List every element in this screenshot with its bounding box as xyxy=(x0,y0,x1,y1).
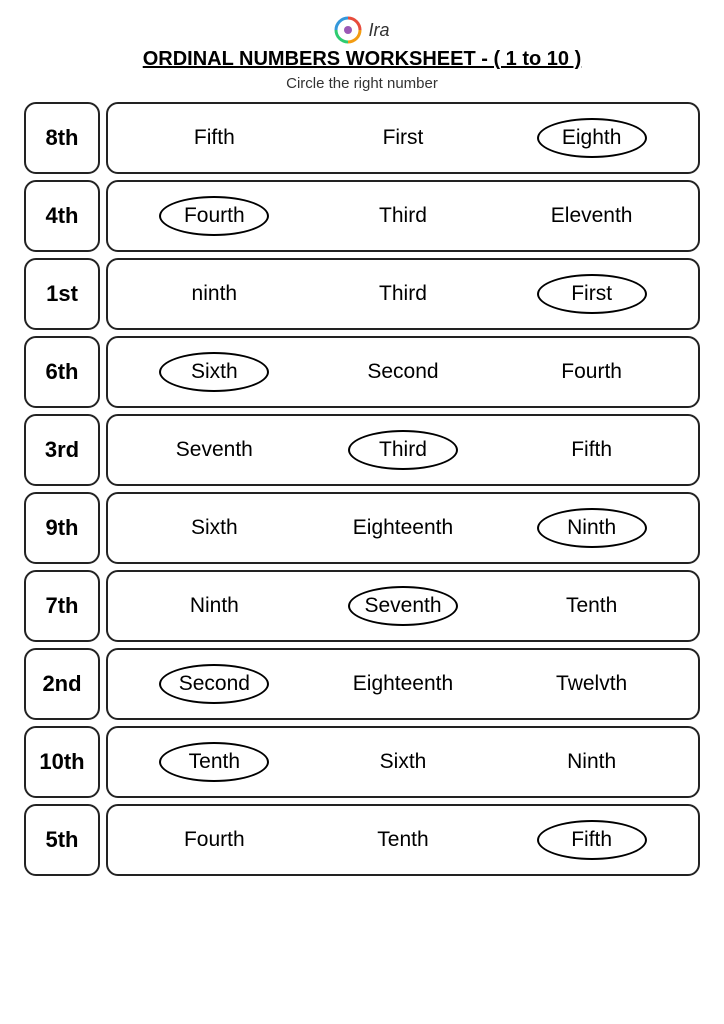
ordinal-label: 7th xyxy=(24,570,100,642)
choice-option[interactable]: Sixth xyxy=(348,750,458,774)
choice-option[interactable]: Fourth xyxy=(537,360,647,384)
worksheet-row: 9th Sixth Eighteenth Ninth xyxy=(24,492,700,564)
choices-box: Fourth Third Eleventh xyxy=(106,180,700,252)
choice-option[interactable]: Fifth xyxy=(537,438,647,462)
choice-option[interactable]: First xyxy=(348,126,458,150)
choice-option[interactable]: Tenth xyxy=(348,828,458,852)
choice-option[interactable]: Tenth xyxy=(537,594,647,618)
ordinal-label: 1st xyxy=(24,258,100,330)
choices-box: Seventh Third Fifth xyxy=(106,414,700,486)
worksheet-row: 6th Sixth Second Fourth xyxy=(24,336,700,408)
choice-option[interactable]: Sixth xyxy=(159,352,269,392)
worksheet-rows: 8th Fifth First Eighth 4th Fourth Third Elevent… xyxy=(24,102,700,876)
choice-option[interactable]: Third xyxy=(348,282,458,306)
choices-box: Ninth Seventh Tenth xyxy=(106,570,700,642)
choice-option[interactable]: Second xyxy=(159,664,269,704)
worksheet-row: 10th Tenth Sixth Ninth xyxy=(24,726,700,798)
choices-box: Sixth Eighteenth Ninth xyxy=(106,492,700,564)
choice-option[interactable]: ninth xyxy=(159,282,269,306)
choice-option[interactable]: Ninth xyxy=(537,508,647,548)
ordinal-label: 2nd xyxy=(24,648,100,720)
choices-box: Fourth Tenth Fifth xyxy=(106,804,700,876)
worksheet-title: ORDINAL NUMBERS WORKSHEET - ( 1 to 10 ) xyxy=(24,48,700,71)
choices-box: ninth Third First xyxy=(106,258,700,330)
ordinal-label: 3rd xyxy=(24,414,100,486)
choice-option[interactable]: Fourth xyxy=(159,196,269,236)
ordinal-label: 6th xyxy=(24,336,100,408)
choice-option[interactable]: Sixth xyxy=(159,516,269,540)
ordinal-label: 5th xyxy=(24,804,100,876)
worksheet-subtitle: Circle the right number xyxy=(24,75,700,92)
logo-area: Ira xyxy=(24,16,700,44)
choice-option[interactable]: Second xyxy=(348,360,458,384)
choices-box: Second Eighteenth Twelvth xyxy=(106,648,700,720)
ordinal-label: 4th xyxy=(24,180,100,252)
ordinal-label: 9th xyxy=(24,492,100,564)
choice-option[interactable]: Eighteenth xyxy=(348,672,458,696)
ordinal-label: 8th xyxy=(24,102,100,174)
worksheet-row: 3rd Seventh Third Fifth xyxy=(24,414,700,486)
choice-option[interactable]: Eighteenth xyxy=(348,516,458,540)
choice-option[interactable]: Ninth xyxy=(159,594,269,618)
choice-option[interactable]: Third xyxy=(348,204,458,228)
page-header: Ira ORDINAL NUMBERS WORKSHEET - ( 1 to 1… xyxy=(24,16,700,92)
worksheet-row: 4th Fourth Third Eleventh xyxy=(24,180,700,252)
choice-option[interactable]: Ninth xyxy=(537,750,647,774)
brand-name: Ira xyxy=(368,20,389,41)
choice-option[interactable]: First xyxy=(537,274,647,314)
choices-box: Tenth Sixth Ninth xyxy=(106,726,700,798)
choices-box: Sixth Second Fourth xyxy=(106,336,700,408)
choice-option[interactable]: Fourth xyxy=(159,828,269,852)
worksheet-row: 5th Fourth Tenth Fifth xyxy=(24,804,700,876)
worksheet-row: 1st ninth Third First xyxy=(24,258,700,330)
worksheet-row: 8th Fifth First Eighth xyxy=(24,102,700,174)
choice-option[interactable]: Fifth xyxy=(159,126,269,150)
choice-option[interactable]: Tenth xyxy=(159,742,269,782)
choices-box: Fifth First Eighth xyxy=(106,102,700,174)
choice-option[interactable]: Seventh xyxy=(348,586,458,626)
worksheet-row: 2nd Second Eighteenth Twelvth xyxy=(24,648,700,720)
worksheet-row: 7th Ninth Seventh Tenth xyxy=(24,570,700,642)
choice-option[interactable]: Eighth xyxy=(537,118,647,158)
ordinal-label: 10th xyxy=(24,726,100,798)
choice-option[interactable]: Seventh xyxy=(159,438,269,462)
choice-option[interactable]: Eleventh xyxy=(537,204,647,228)
choice-option[interactable]: Twelvth xyxy=(537,672,647,696)
choice-option[interactable]: Third xyxy=(348,430,458,470)
logo-icon xyxy=(334,16,362,44)
choice-option[interactable]: Fifth xyxy=(537,820,647,860)
